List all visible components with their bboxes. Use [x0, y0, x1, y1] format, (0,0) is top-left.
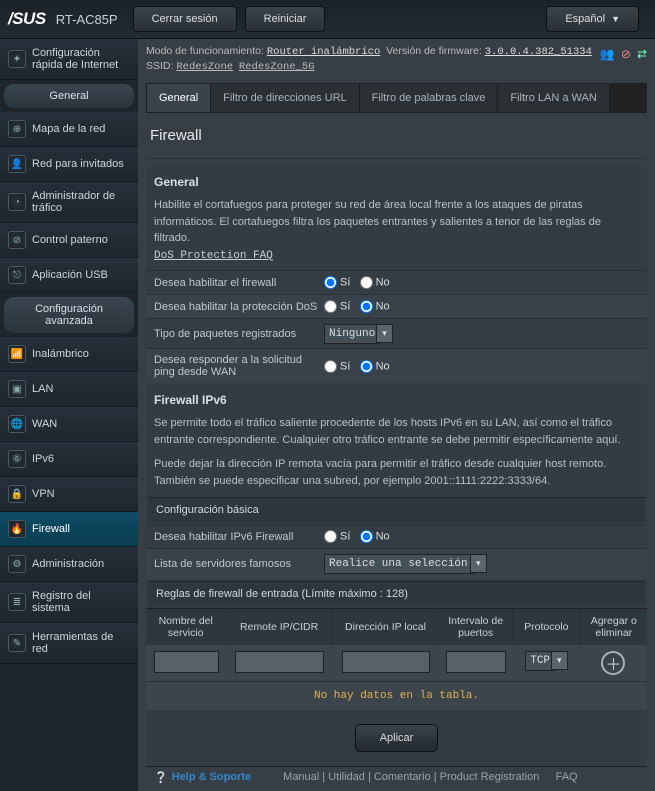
enable-firewall-yes[interactable]: [324, 276, 337, 289]
col-protocol: Protocolo: [513, 609, 580, 645]
enable-dos-label: Desea habilitar la protección DoS: [154, 301, 324, 313]
dos-faq-link[interactable]: DoS Protection FAQ: [154, 250, 273, 262]
tab-bar: General Filtro de direcciones URL Filtro…: [146, 83, 647, 113]
basic-config-heading: Configuración básica: [148, 497, 645, 522]
wifi-icon: 📶: [8, 345, 26, 363]
brand-logo: /SUS: [8, 9, 46, 29]
guest-icon: 👤: [8, 155, 26, 173]
status-icon-3[interactable]: ⇄: [637, 47, 647, 61]
map-icon: ⊕: [8, 120, 26, 138]
enable-firewall-label: Desea habilitar el firewall: [154, 277, 324, 289]
packet-type-select[interactable]: Ninguno: [324, 324, 380, 344]
sidebar-item-quick-setup[interactable]: ✦Configuración rápida de Internet: [0, 39, 138, 80]
enable-ipv6-fw-label: Desea habilitar IPv6 Firewall: [154, 531, 324, 543]
apply-button[interactable]: Aplicar: [355, 724, 439, 752]
sidebar-item-syslog[interactable]: ≣Registro del sistema: [0, 582, 138, 623]
ipv6fw-no[interactable]: [360, 530, 373, 543]
chevron-down-icon[interactable]: ▾: [470, 554, 487, 573]
globe-icon: ✦: [8, 50, 26, 68]
footer-links[interactable]: Manual | Utilidad | Comentario | Product…: [281, 771, 579, 784]
help-icon: ❔: [154, 771, 168, 784]
sidebar-item-ipv6[interactable]: ⑥IPv6: [0, 442, 138, 477]
ipv6-description-2: Puede dejar la dirección IP remota vacía…: [146, 454, 647, 495]
tab-general[interactable]: General: [147, 84, 211, 112]
col-local-ip: Dirección IP local: [333, 609, 439, 645]
sidebar-item-wireless[interactable]: 📶Inalámbrico: [0, 337, 138, 372]
language-label: Español: [565, 13, 605, 25]
mode-link[interactable]: Router inalámbrico: [267, 46, 380, 58]
local-ip-input[interactable]: [342, 651, 431, 673]
sidebar-item-wan[interactable]: 🌐WAN: [0, 407, 138, 442]
sidebar-item-net-tools[interactable]: ✎Herramientas de red: [0, 623, 138, 664]
sidebar-item-admin[interactable]: ⚙Administración: [0, 547, 138, 582]
firmware-link[interactable]: 3.0.0.4.382_51334: [485, 46, 592, 58]
ping-response-label: Desea responder a la solicitud ping desd…: [154, 354, 324, 378]
service-name-input[interactable]: [154, 651, 219, 673]
col-service: Nombre del servicio: [146, 609, 226, 645]
tools-icon: ✎: [8, 634, 26, 652]
col-port-range: Intervalo de puertos: [439, 609, 513, 645]
remote-ip-input[interactable]: [235, 651, 324, 673]
operation-mode-line: Modo de funcionamiento: Router inalámbri…: [146, 45, 592, 58]
ping-yes[interactable]: [324, 360, 337, 373]
sidebar-item-lan[interactable]: ▣LAN: [0, 372, 138, 407]
chevron-down-icon[interactable]: ▾: [551, 651, 568, 670]
add-rule-button[interactable]: ＋: [601, 651, 625, 675]
usb-icon: ⎋: [8, 266, 26, 284]
status-icon-1[interactable]: 👥: [600, 47, 615, 61]
wan-icon: 🌐: [8, 415, 26, 433]
help-support-link[interactable]: Help & Soporte: [172, 771, 251, 784]
log-icon: ≣: [8, 593, 26, 611]
ping-no[interactable]: [360, 360, 373, 373]
language-button[interactable]: Español ▼: [546, 6, 639, 32]
col-remote-ip: Remote IP/CIDR: [226, 609, 332, 645]
enable-dos-yes[interactable]: [324, 300, 337, 313]
traffic-icon: ◔: [8, 193, 26, 211]
chevron-down-icon: ▼: [611, 14, 620, 24]
lan-icon: ▣: [8, 380, 26, 398]
port-range-input[interactable]: [446, 651, 505, 673]
ssid-line: SSID: RedesZone RedesZone_5G: [146, 60, 592, 73]
gear-icon: ⚙: [8, 555, 26, 573]
model-label: RT-AC85P: [56, 12, 118, 27]
famous-servers-select[interactable]: Realice una selección: [324, 554, 474, 574]
page-title: Firewall: [146, 113, 647, 159]
chevron-down-icon[interactable]: ▾: [376, 324, 393, 343]
parental-icon: ⊘: [8, 231, 26, 249]
enable-firewall-no[interactable]: [360, 276, 373, 289]
sidebar-item-vpn[interactable]: 🔒VPN: [0, 477, 138, 512]
sidebar-item-usb-app[interactable]: ⎋Aplicación USB: [0, 258, 138, 293]
general-description: Habilite el cortafuegos para proteger su…: [146, 195, 647, 270]
sidebar-item-firewall[interactable]: 🔥Firewall: [0, 512, 138, 547]
reboot-button[interactable]: Reiniciar: [245, 6, 326, 32]
general-heading: General: [146, 165, 647, 195]
sidebar-item-parental[interactable]: ⊘Control paterno: [0, 223, 138, 258]
tab-lan-wan-filter[interactable]: Filtro LAN a WAN: [498, 84, 609, 112]
ipv6-fw-heading: Firewall IPv6: [146, 383, 647, 413]
firewall-icon: 🔥: [8, 520, 26, 538]
sidebar-item-network-map[interactable]: ⊕Mapa de la red: [0, 112, 138, 147]
sidebar: ✦Configuración rápida de Internet Genera…: [0, 39, 138, 791]
ipv6fw-yes[interactable]: [324, 530, 337, 543]
status-icon-2[interactable]: ⊘: [621, 47, 631, 61]
ipv6-description-1: Se permite todo el tráfico saliente proc…: [146, 413, 647, 454]
sidebar-header-advanced: Configuración avanzada: [4, 297, 134, 333]
inbound-rules-heading: Reglas de firewall de entrada (Límite má…: [148, 581, 645, 606]
sidebar-header-general: General: [4, 84, 134, 108]
packet-type-label: Tipo de paquetes registrados: [154, 328, 324, 340]
tab-keyword-filter[interactable]: Filtro de palabras clave: [360, 84, 499, 112]
sidebar-item-traffic-mgr[interactable]: ◔Administrador de tráfico: [0, 182, 138, 223]
ipv6-icon: ⑥: [8, 450, 26, 468]
enable-dos-no[interactable]: [360, 300, 373, 313]
famous-servers-label: Lista de servidores famosos: [154, 558, 324, 570]
logout-button[interactable]: Cerrar sesión: [133, 6, 237, 32]
vpn-icon: 🔒: [8, 485, 26, 503]
table-empty-message: No hay datos en la tabla.: [146, 681, 647, 710]
tab-url-filter[interactable]: Filtro de direcciones URL: [211, 84, 360, 112]
col-add-remove: Agregar o eliminar: [581, 609, 647, 645]
sidebar-item-guest-network[interactable]: 👤Red para invitados: [0, 147, 138, 182]
